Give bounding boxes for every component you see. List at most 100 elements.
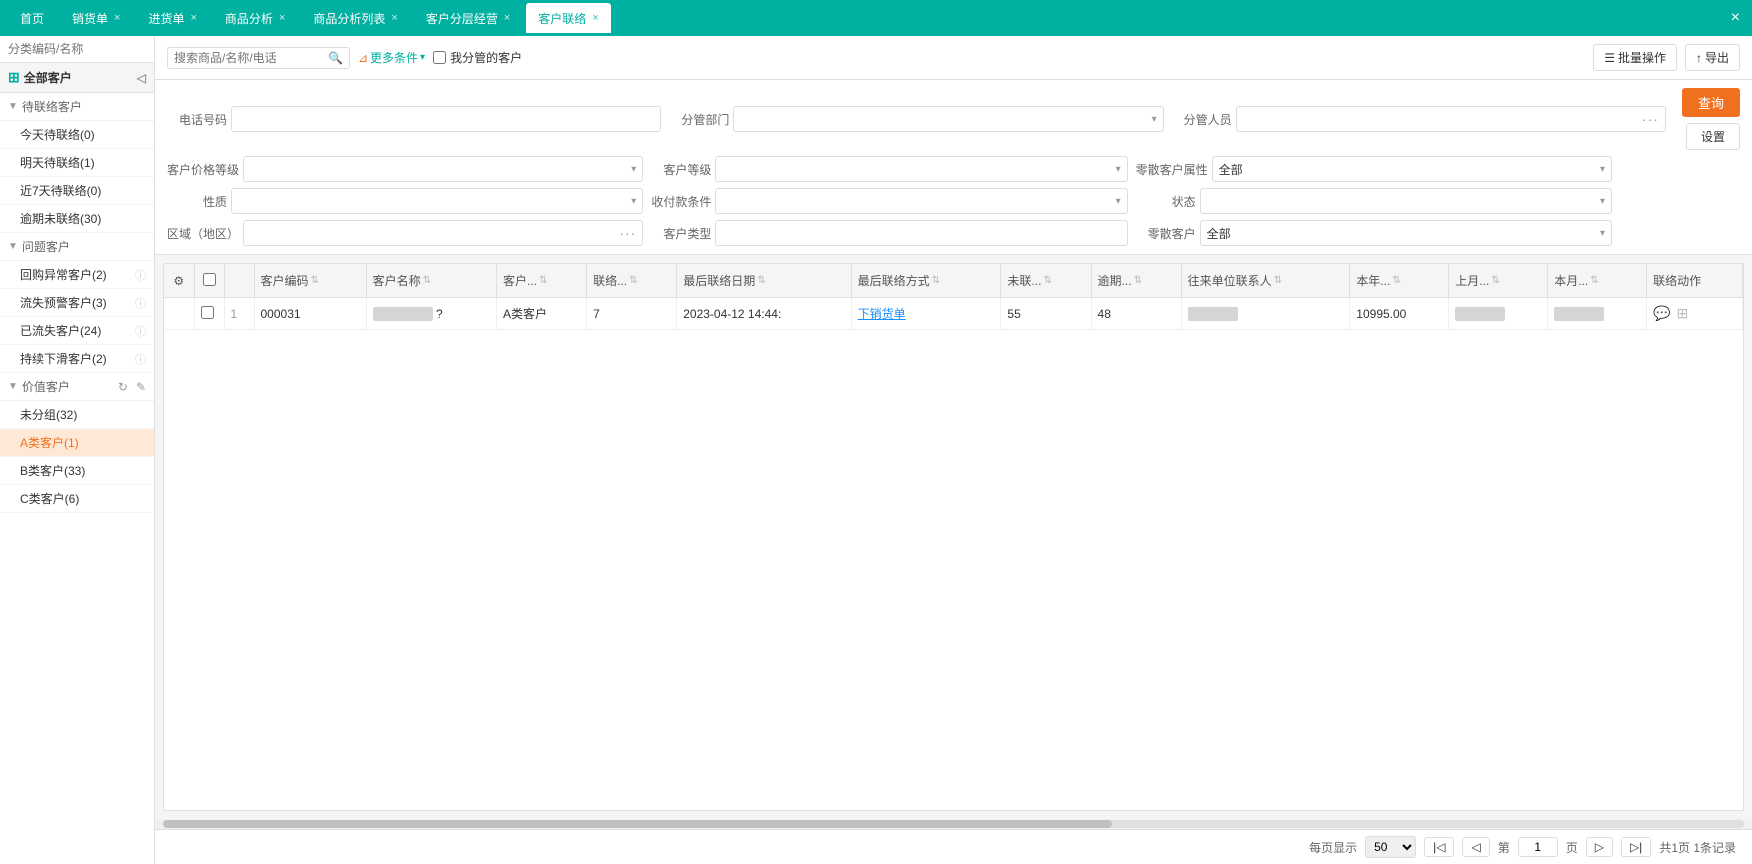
batch-icon: ☰: [1604, 51, 1615, 65]
nav-product-analysis-close[interactable]: ×: [279, 12, 285, 24]
declining-label: 持续下滑客户(2): [20, 350, 135, 367]
person-input[interactable]: ···: [1236, 106, 1666, 132]
nav-purchase-close[interactable]: ×: [190, 12, 196, 24]
nature-select[interactable]: ▾: [231, 188, 643, 214]
col-settings[interactable]: ⚙: [164, 264, 194, 298]
search-input[interactable]: [174, 51, 324, 65]
sort-contact[interactable]: ⇅: [629, 275, 637, 286]
sort-this-month[interactable]: ⇅: [1590, 275, 1598, 286]
price-level-select[interactable]: ▾: [243, 156, 643, 182]
sort-overdue[interactable]: ⇅: [1134, 275, 1142, 286]
field-person: 分管人员 ···: [1172, 106, 1666, 132]
page-input[interactable]: [1518, 837, 1558, 857]
close-all-button[interactable]: ×: [1727, 5, 1744, 31]
payment-select[interactable]: ▾: [715, 188, 1127, 214]
query-button[interactable]: 查询: [1682, 88, 1740, 117]
scattered-select[interactable]: 全部▾: [1200, 220, 1612, 246]
sidebar-item-overdue[interactable]: 逾期未联络(30): [0, 205, 154, 233]
sidebar-item-today[interactable]: 今天待联络(0): [0, 121, 154, 149]
row-last-month-cell: [1449, 298, 1548, 330]
nav-customer-contact[interactable]: 客户联络 ×: [526, 3, 610, 33]
row-checkbox[interactable]: [201, 306, 214, 319]
next-page-button[interactable]: ▷: [1586, 837, 1613, 857]
batch-op-button[interactable]: ☰ 批量操作: [1593, 44, 1677, 71]
sort-last-contact-method[interactable]: ⇅: [932, 275, 940, 286]
sidebar-item-churn-warning[interactable]: 流失预警客户(3) ⓘ: [0, 289, 154, 317]
customer-level-select[interactable]: ▾: [715, 156, 1127, 182]
customer-level-label: 客户等级: [651, 161, 711, 178]
region-input[interactable]: ···: [243, 220, 643, 246]
nav-product-analysis[interactable]: 商品分析 ×: [213, 3, 297, 33]
section-value-edit-icon[interactable]: ✎: [136, 380, 146, 394]
repurchase-label: 回购异常客户(2): [20, 266, 135, 283]
section-value-refresh-icon[interactable]: ↻: [118, 380, 128, 394]
dept-select[interactable]: ▾: [733, 106, 1163, 132]
sidebar-item-7days[interactable]: 近7天待联络(0): [0, 177, 154, 205]
my-customers-checkbox[interactable]: 我分管的客户: [433, 49, 522, 66]
adv-filter-row2: 客户价格等级 ▾ 客户等级 ▾ 零散客户属性 全部▾: [167, 156, 1740, 182]
region-label: 区域（地区）: [167, 225, 239, 242]
more-conditions-button[interactable]: ⊿ 更多条件 ▾: [358, 49, 425, 66]
qr-icon[interactable]: ⊞: [1677, 305, 1689, 322]
last-page-button[interactable]: ▷|: [1621, 837, 1651, 857]
my-customers-check[interactable]: [433, 51, 446, 64]
nav-customer-segment[interactable]: 客户分层经营 ×: [414, 3, 522, 33]
export-button[interactable]: ↑ 导出: [1685, 44, 1740, 71]
section-pending[interactable]: ▼ 待联络客户: [0, 93, 154, 121]
sidebar-item-tomorrow[interactable]: 明天待联络(1): [0, 149, 154, 177]
phone-label: 电话号码: [167, 111, 227, 128]
sort-last-contact-date[interactable]: ⇅: [757, 275, 765, 286]
per-page-select[interactable]: 50 20 100: [1365, 836, 1416, 858]
sidebar-search-input[interactable]: [8, 42, 155, 56]
sidebar-item-declining[interactable]: 持续下滑客户(2) ⓘ: [0, 345, 154, 373]
sort-this-year[interactable]: ⇅: [1392, 275, 1400, 286]
nav-contact-close[interactable]: ×: [592, 12, 598, 24]
person-label: 分管人员: [1172, 111, 1232, 128]
phone-input[interactable]: [231, 106, 661, 132]
row-contact-cell: 7: [587, 298, 677, 330]
sidebar-collapse-icon[interactable]: ◁: [137, 71, 146, 85]
select-all-checkbox[interactable]: [203, 273, 216, 286]
sort-last-month[interactable]: ⇅: [1491, 275, 1499, 286]
c-class-label: C类客户(6): [20, 490, 146, 507]
last-method-link[interactable]: 下销货单: [858, 307, 906, 321]
sidebar: 🔍 ⊞ 全部客户 ◁ ▼ 待联络客户 今天待联络(0) 明天待联络(1) 近7天…: [0, 36, 155, 864]
settings-button[interactable]: 设置: [1686, 123, 1740, 150]
scroll-thumb[interactable]: [163, 820, 1112, 828]
customer-type-input[interactable]: [715, 220, 1127, 246]
nav-segment-close[interactable]: ×: [504, 12, 510, 24]
section-problem[interactable]: ▼ 问题客户: [0, 233, 154, 261]
sidebar-item-c-class[interactable]: C类客户(6): [0, 485, 154, 513]
status-label: 状态: [1136, 193, 1196, 210]
sidebar-item-a-class[interactable]: A类客户(1): [0, 429, 154, 457]
nav-product-analysis-list[interactable]: 商品分析列表 ×: [301, 3, 409, 33]
sort-customer-level[interactable]: ⇅: [539, 275, 547, 286]
horizontal-scrollbar[interactable]: [155, 819, 1752, 829]
first-page-button[interactable]: |◁: [1424, 837, 1454, 857]
sidebar-item-repurchase[interactable]: 回购异常客户(2) ⓘ: [0, 261, 154, 289]
prev-page-button[interactable]: ◁: [1462, 837, 1489, 857]
sidebar-item-b-class[interactable]: B类客户(33): [0, 457, 154, 485]
settings-icon[interactable]: ⚙: [173, 274, 184, 288]
field-region: 区域（地区） ···: [167, 220, 643, 246]
nav-product-list-close[interactable]: ×: [391, 12, 397, 24]
section-value[interactable]: ▼ 价值客户 ↻ ✎: [0, 373, 154, 401]
status-select[interactable]: ▾: [1200, 188, 1612, 214]
nav-home[interactable]: 首页: [8, 3, 56, 33]
col-check: [194, 264, 224, 298]
nav-purchase[interactable]: 进货单 ×: [136, 3, 208, 33]
sort-not-contact[interactable]: ⇅: [1043, 275, 1051, 286]
7days-label: 近7天待联络(0): [20, 182, 146, 199]
scattered-attr-label: 零散客户属性: [1136, 161, 1208, 178]
scattered-attr-select[interactable]: 全部▾: [1212, 156, 1612, 182]
chat-icon[interactable]: 💬: [1653, 305, 1670, 322]
sort-company-contact[interactable]: ⇅: [1274, 275, 1282, 286]
nav-sales-close[interactable]: ×: [114, 12, 120, 24]
nav-sales[interactable]: 销货单 ×: [60, 3, 132, 33]
search-container: 🔍: [167, 47, 350, 69]
search-icon[interactable]: 🔍: [328, 51, 343, 65]
sort-customer-code[interactable]: ⇅: [311, 275, 319, 286]
sidebar-item-churned[interactable]: 已流失客户(24) ⓘ: [0, 317, 154, 345]
sort-customer-name[interactable]: ⇅: [423, 275, 431, 286]
sidebar-item-ungrouped[interactable]: 未分组(32): [0, 401, 154, 429]
